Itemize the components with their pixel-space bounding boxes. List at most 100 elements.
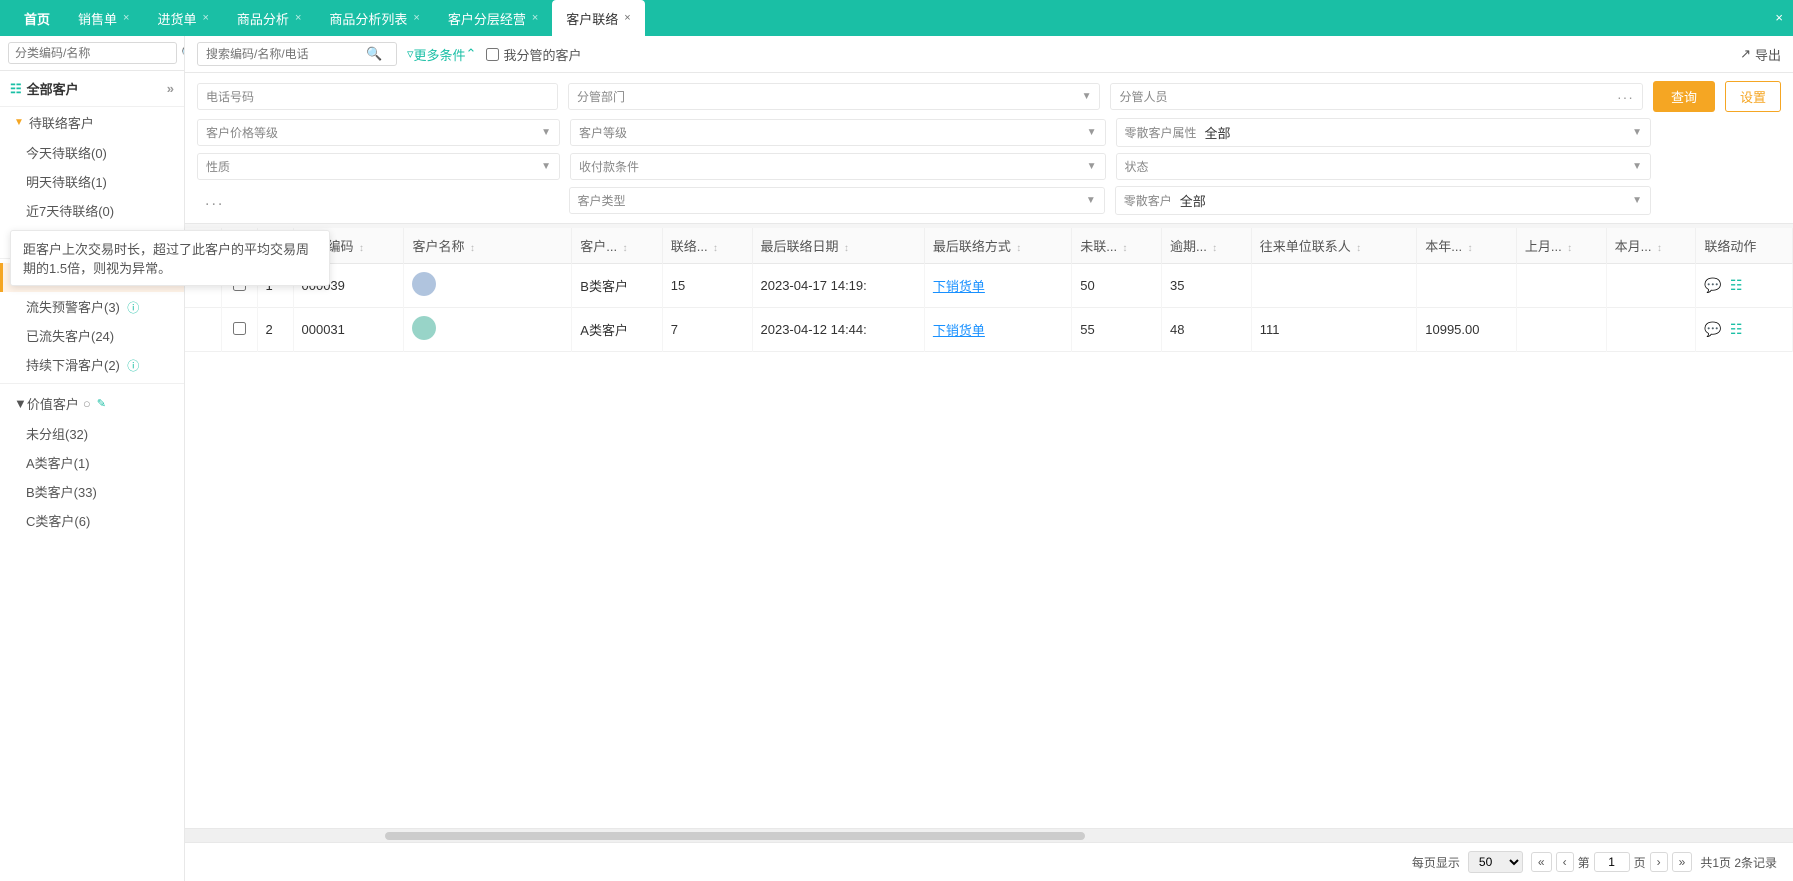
dept-field[interactable]: 分管部门 ▼ [568, 83, 1100, 110]
customer-table: ⚙ 客户编码 ↕ 客户名称 ↕ [185, 228, 1793, 352]
tab-customer-contact-label: 客户联络 [566, 9, 618, 28]
more-conditions-btn[interactable]: ▿ 更多条件 ⌃ [407, 45, 476, 64]
close-all-button[interactable]: × [1775, 9, 1783, 27]
retail-attr-field[interactable]: 零散客户属性 全部 ▼ [1116, 118, 1652, 147]
retail-customer-label: 零散客户 [1124, 192, 1172, 209]
tab-product-list[interactable]: 商品分析列表 × [315, 0, 433, 36]
tab-product-list-close[interactable]: × [413, 12, 419, 24]
manager-field[interactable]: 分管人员 ··· [1110, 83, 1642, 110]
chevron-up-icon: ⌃ [466, 46, 477, 62]
price-level-caret-icon: ▼ [541, 127, 551, 138]
phone-field[interactable]: 电话号码 [197, 83, 558, 110]
col-contact[interactable]: 联络... ↕ [662, 228, 752, 264]
row2-checkbox-cell[interactable] [221, 308, 257, 352]
row2-unit-contact: 111 [1251, 308, 1417, 352]
collapse-sidebar-icon[interactable]: » [167, 81, 174, 96]
export-button[interactable]: ↗ 导出 [1740, 45, 1781, 64]
query-button[interactable]: 查询 [1653, 81, 1715, 112]
row1-cust-type: B类客户 [572, 264, 662, 308]
sidebar-item-7days[interactable]: 近7天待联络(0) [0, 196, 184, 225]
row2-avatar [412, 316, 436, 340]
sidebar-search-input[interactable] [8, 42, 177, 64]
next-page-btn[interactable]: › [1650, 852, 1668, 872]
tooltip-text: 距客户上次交易时长，超过了此客户的平均交易周期的1.5倍，则视为异常。 [185, 242, 309, 276]
sidebar-item-tomorrow-label: 明天待联络(1) [26, 175, 107, 190]
col-last-method[interactable]: 最后联络方式 ↕ [924, 228, 1071, 264]
sidebar-item-loss-risk[interactable]: 流失预警客户(3) ⓘ [0, 292, 184, 321]
tab-customer-contact[interactable]: 客户联络 × [552, 0, 644, 36]
gender-label: 性质 [206, 158, 230, 175]
col-overdue[interactable]: 逾期... ↕ [1161, 228, 1251, 264]
sidebar-item-c-type[interactable]: C类客户(6) [0, 506, 184, 535]
sidebar-item-today[interactable]: 今天待联络(0) [0, 138, 184, 167]
col-no-contact[interactable]: 未联... ↕ [1072, 228, 1162, 264]
row2-contact: 7 [662, 308, 752, 352]
sidebar-item-already-lost[interactable]: 已流失客户(24) [0, 321, 184, 350]
row2-method-link[interactable]: 下销货单 [933, 323, 985, 338]
sidebar-item-ungroup[interactable]: 未分组(32) [0, 419, 184, 448]
price-level-field[interactable]: 客户价格等级 ▼ [197, 119, 560, 146]
prev-page-btn[interactable]: ‹ [1556, 852, 1574, 872]
all-customers-header[interactable]: ☷ 全部客户 » [0, 71, 184, 107]
page-number-input[interactable] [1594, 852, 1630, 872]
table-section: ⚙ 客户编码 ↕ 客户名称 ↕ [185, 228, 1793, 828]
sort-icon-unit: ↕ [1356, 243, 1361, 254]
sidebar-value-group[interactable]: ▼ 价值客户 ○ ✎ [0, 388, 184, 419]
tab-purchase[interactable]: 进货单 × [143, 0, 222, 36]
first-page-btn[interactable]: « [1531, 852, 1552, 872]
tab-purchase-close[interactable]: × [202, 12, 208, 24]
row2-checkbox[interactable] [233, 322, 246, 335]
sidebar-item-a-type[interactable]: A类客户(1) [0, 448, 184, 477]
col-unit-contact[interactable]: 往来单位联系人 ↕ [1251, 228, 1417, 264]
tab-product-analysis-close[interactable]: × [295, 12, 301, 24]
col-last-date[interactable]: 最后联络日期 ↕ [752, 228, 924, 264]
tab-customer-tier-close[interactable]: × [532, 12, 538, 24]
tab-product-analysis[interactable]: 商品分析 × [223, 0, 315, 36]
search-box[interactable]: 🔍 [197, 42, 397, 66]
search-input[interactable] [206, 47, 366, 61]
gender-field[interactable]: 性质 ▼ [197, 153, 560, 180]
row2-chat-icon[interactable]: 💬 [1704, 321, 1721, 338]
per-page-select[interactable]: 50 20 100 [1468, 851, 1523, 873]
tab-product-analysis-label: 商品分析 [237, 9, 289, 28]
edit-icon[interactable]: ✎ [97, 397, 106, 410]
status-field[interactable]: 状态 ▼ [1116, 153, 1652, 180]
sidebar-item-tomorrow[interactable]: 明天待联络(1) [0, 167, 184, 196]
my-customers-checkbox[interactable] [486, 48, 499, 61]
sidebar-item-continuous-down[interactable]: 持续下滑客户(2) ⓘ [0, 350, 184, 379]
expand-icon-2: ▼ [14, 396, 27, 411]
retail-customer-field[interactable]: 零散客户 全部 ▼ [1115, 186, 1651, 215]
tab-home[interactable]: 首页 [10, 0, 64, 36]
row1-chat-icon[interactable]: 💬 [1704, 277, 1721, 294]
row1-grid-icon[interactable]: ☷ [1730, 277, 1743, 294]
col-last-month[interactable]: 上月... ↕ [1516, 228, 1606, 264]
customer-level-field[interactable]: 客户等级 ▼ [570, 119, 1106, 146]
horizontal-scrollbar[interactable] [185, 828, 1793, 842]
col-name[interactable]: 客户名称 ↕ [404, 228, 572, 264]
col-this-month[interactable]: 本月... ↕ [1606, 228, 1696, 264]
customer-type-field[interactable]: 客户类型 ▼ [569, 187, 1105, 214]
row1-this-year [1417, 264, 1517, 308]
sidebar-item-b-type[interactable]: B类客户(33) [0, 477, 184, 506]
last-page-btn[interactable]: » [1672, 852, 1693, 872]
row1-method-link[interactable]: 下销货单 [933, 279, 985, 294]
tab-sales-close[interactable]: × [123, 12, 129, 24]
settings-button[interactable]: 设置 [1725, 81, 1781, 112]
row2-grid-icon[interactable]: ☷ [1730, 321, 1743, 338]
my-customers-check[interactable]: 我分管的客户 [486, 45, 581, 64]
customer-type-caret-icon: ▼ [1086, 195, 1096, 206]
col-this-year[interactable]: 本年... ↕ [1417, 228, 1517, 264]
info-icon-3: ⓘ [127, 359, 139, 373]
tab-customer-tier[interactable]: 客户分层经营 × [434, 0, 552, 36]
sidebar-pending-group[interactable]: ▼ 待联络客户 [0, 107, 184, 138]
tooltip-box: 距客户上次交易时长，超过了此客户的平均交易周期的1.5倍，则视为异常。 [185, 230, 330, 286]
scroll-thumb[interactable] [385, 832, 1085, 840]
col-cust-type[interactable]: 客户... ↕ [572, 228, 662, 264]
top-nav: 首页 销售单 × 进货单 × 商品分析 × 商品分析列表 × 客户分层经营 × … [0, 0, 1793, 36]
tab-customer-contact-close[interactable]: × [624, 12, 630, 24]
tab-sales[interactable]: 销售单 × [64, 0, 143, 36]
adv-row-1: 电话号码 分管部门 ▼ 分管人员 ··· 查询 设置 [197, 81, 1781, 112]
page-of-label: 页 [1634, 854, 1646, 871]
sort-icon-method: ↕ [1016, 243, 1021, 254]
payment-field[interactable]: 收付款条件 ▼ [570, 153, 1106, 180]
